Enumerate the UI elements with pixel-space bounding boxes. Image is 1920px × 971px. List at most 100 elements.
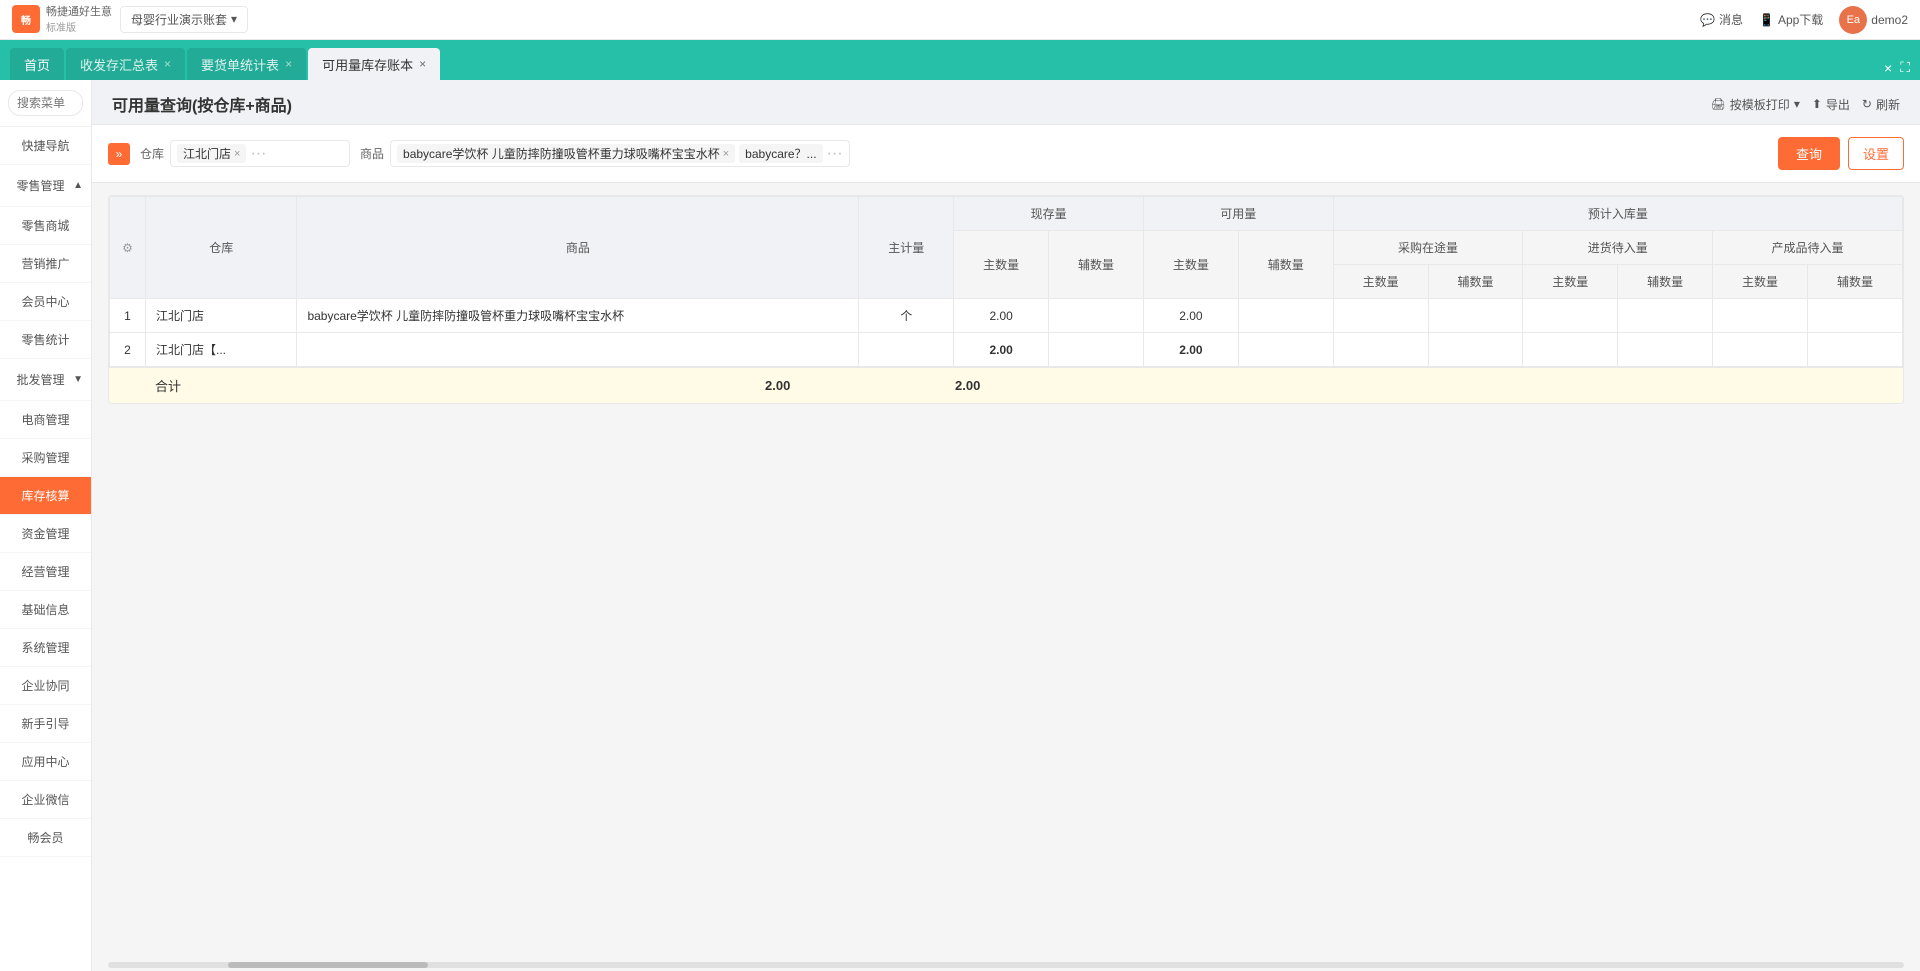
sidebar-item-enterprise[interactable]: 企业协同 <box>0 667 91 705</box>
page-header: 可用量查询(按仓库+商品) 🖨 按模板打印 ▾ ⬆ 导出 ↻ 刷新 <box>92 80 1920 125</box>
sidebar-item-enterprise-wechat[interactable]: 企业微信 <box>0 781 91 819</box>
tab-receive-label: 收发存汇总表 <box>80 55 158 74</box>
horizontal-scrollbar[interactable] <box>92 959 1920 971</box>
sidebar-item-member-label: 会员中心 <box>21 295 69 309</box>
col-product-pending-header: 产成品待入量 <box>1713 231 1903 265</box>
sidebar-item-marketing[interactable]: 营销推广 <box>0 245 91 283</box>
col-purchase-transit-header: 采购在途量 <box>1333 231 1523 265</box>
sidebar-item-retail-stat[interactable]: 零售统计 <box>0 321 91 359</box>
refresh-icon: ↻ <box>1862 97 1872 111</box>
sidebar-item-newbie[interactable]: 新手引导 <box>0 705 91 743</box>
row-prod-sub <box>1807 299 1902 333</box>
print-action[interactable]: 🖨 按模板打印 ▾ <box>1711 96 1800 113</box>
product-tag-remove[interactable]: × <box>723 148 729 160</box>
sidebar-item-basic[interactable]: 基础信息 <box>0 591 91 629</box>
sidebar-item-batch[interactable]: 批发管理 ▼ <box>0 359 91 401</box>
page-actions: 🖨 按模板打印 ▾ ⬆ 导出 ↻ 刷新 <box>1711 96 1900 113</box>
row-stock-sub <box>1049 299 1144 333</box>
export-action[interactable]: ⬆ 导出 <box>1812 96 1850 113</box>
product-tag-text: babycare学饮杯 儿童防摔防撞吸管杯重力球吸嘴杯宝宝水杯 <box>403 145 720 162</box>
query-button[interactable]: 查询 <box>1778 137 1840 170</box>
user-initial: Ea <box>1847 14 1860 26</box>
user-area[interactable]: Ea demo2 <box>1839 6 1908 34</box>
sidebar-item-finance-label: 资金管理 <box>21 527 69 541</box>
col-pt-sub-header: 辅数量 <box>1428 265 1523 299</box>
tab-controls: × ⛶ <box>1884 59 1910 80</box>
tab-bar: 首页 收发存汇总表 × 要货单统计表 × 可用量库存账本 × × ⛶ <box>0 40 1920 80</box>
username: demo2 <box>1871 13 1908 27</box>
tab-expand[interactable]: ⛶ <box>1900 59 1910 76</box>
sidebar-item-retail-shop[interactable]: 零售商城 <box>0 207 91 245</box>
sidebar-item-retail[interactable]: 零售管理 ▲ <box>0 165 91 207</box>
sidebar-item-inventory[interactable]: 库存核算 <box>0 477 91 515</box>
settings-button[interactable]: 设置 <box>1848 137 1904 170</box>
filter-area: » 仓库 江北门店 × ··· 商品 babycare学饮杯 儿童防摔防撞吸管杯… <box>92 125 1920 183</box>
logo-text-block: 畅捷通好生意 标准版 <box>46 5 112 34</box>
col-stock-sub-header: 辅数量 <box>1049 231 1144 299</box>
scrollbar-track <box>108 962 1904 968</box>
export-label: 导出 <box>1826 96 1850 113</box>
row2-product <box>297 333 859 367</box>
sidebar-item-purchase-label: 采购管理 <box>21 451 69 465</box>
row-product: babycare学饮杯 儿童防摔防撞吸管杯重力球吸嘴杯宝宝水杯 <box>297 299 859 333</box>
row-avail-sub <box>1238 299 1333 333</box>
filter-action-btns: 查询 设置 <box>1778 137 1904 170</box>
industry-selector[interactable]: 母婴行业演示账套 ▾ <box>120 6 248 33</box>
row-stock-main: 2.00 <box>954 299 1049 333</box>
app-download-action[interactable]: 📱 App下载 <box>1759 11 1823 28</box>
sidebar-item-member2-label: 畅会员 <box>27 831 63 845</box>
gear-icon[interactable]: ⚙ <box>122 241 133 255</box>
product-tags: babycare学饮杯 儿童防摔防撞吸管杯重力球吸嘴杯宝宝水杯 × babyca… <box>390 140 850 167</box>
chevron-print: ▾ <box>1794 97 1800 111</box>
sidebar-item-app-center[interactable]: 应用中心 <box>0 743 91 781</box>
row2-num: 2 <box>110 333 146 367</box>
app-label: App下载 <box>1778 11 1823 28</box>
row-avail-main: 2.00 <box>1143 299 1238 333</box>
tab-order[interactable]: 要货单统计表 × <box>187 48 306 80</box>
search-input[interactable] <box>8 90 83 116</box>
sidebar-item-finance[interactable]: 资金管理 <box>0 515 91 553</box>
tab-available-close[interactable]: × <box>419 57 426 71</box>
tab-receive[interactable]: 收发存汇总表 × <box>66 48 185 80</box>
col-prod-sub-header: 辅数量 <box>1807 265 1902 299</box>
product-filter-label: 商品 <box>360 145 384 162</box>
row-pt-sub <box>1428 299 1523 333</box>
sidebar-item-inventory-label: 库存核算 <box>21 489 69 503</box>
sidebar-item-ecommerce[interactable]: 电商管理 <box>0 401 91 439</box>
sidebar-item-operation[interactable]: 经营管理 <box>0 553 91 591</box>
warehouse-filter: 仓库 江北门店 × ··· <box>140 140 350 167</box>
sidebar-item-ecommerce-label: 电商管理 <box>21 413 69 427</box>
col-prod-main-header: 主数量 <box>1713 265 1808 299</box>
row-unit: 个 <box>859 299 954 333</box>
col-stock-header: 现存量 <box>954 197 1144 231</box>
tab-receive-close[interactable]: × <box>164 57 171 71</box>
filter-dots-warehouse[interactable]: ··· <box>250 145 266 163</box>
row-prod-main <box>1713 299 1808 333</box>
warehouse-tag-remove[interactable]: × <box>234 148 240 160</box>
tab-close-all[interactable]: × <box>1884 60 1892 76</box>
col-product-header: 商品 <box>297 197 859 299</box>
sidebar-item-member[interactable]: 会员中心 <box>0 283 91 321</box>
sidebar-item-purchase[interactable]: 采购管理 <box>0 439 91 477</box>
logo-sub: 标准版 <box>46 19 112 34</box>
col-stock-main-header: 主数量 <box>954 231 1049 299</box>
tab-home[interactable]: 首页 <box>10 48 64 80</box>
content-area: 可用量查询(按仓库+商品) 🖨 按模板打印 ▾ ⬆ 导出 ↻ 刷新 <box>92 80 1920 971</box>
sidebar-item-member2[interactable]: 畅会员 <box>0 819 91 857</box>
sidebar-item-system[interactable]: 系统管理 <box>0 629 91 667</box>
sidebar-item-retail-label: 零售管理 <box>8 177 73 194</box>
refresh-action[interactable]: ↻ 刷新 <box>1862 96 1900 113</box>
filter-dots-product[interactable]: ··· <box>827 145 843 163</box>
expand-btn[interactable]: » <box>108 143 130 165</box>
tab-available[interactable]: 可用量库存账本 × <box>308 48 440 80</box>
sidebar-item-quick-nav[interactable]: 快捷导航 <box>0 127 91 165</box>
logo-icon: 畅 <box>12 5 40 33</box>
message-action[interactable]: 💬 消息 <box>1700 11 1743 28</box>
scrollbar-thumb[interactable] <box>228 962 428 968</box>
warehouse-tags: 江北门店 × ··· <box>170 140 350 167</box>
sidebar-item-operation-label: 经营管理 <box>21 565 69 579</box>
warehouse-filter-label: 仓库 <box>140 145 164 162</box>
tab-order-close[interactable]: × <box>285 57 292 71</box>
warehouse-tag-1: 江北门店 × <box>177 144 246 163</box>
sidebar-item-enterprise-wechat-label: 企业微信 <box>21 793 69 807</box>
